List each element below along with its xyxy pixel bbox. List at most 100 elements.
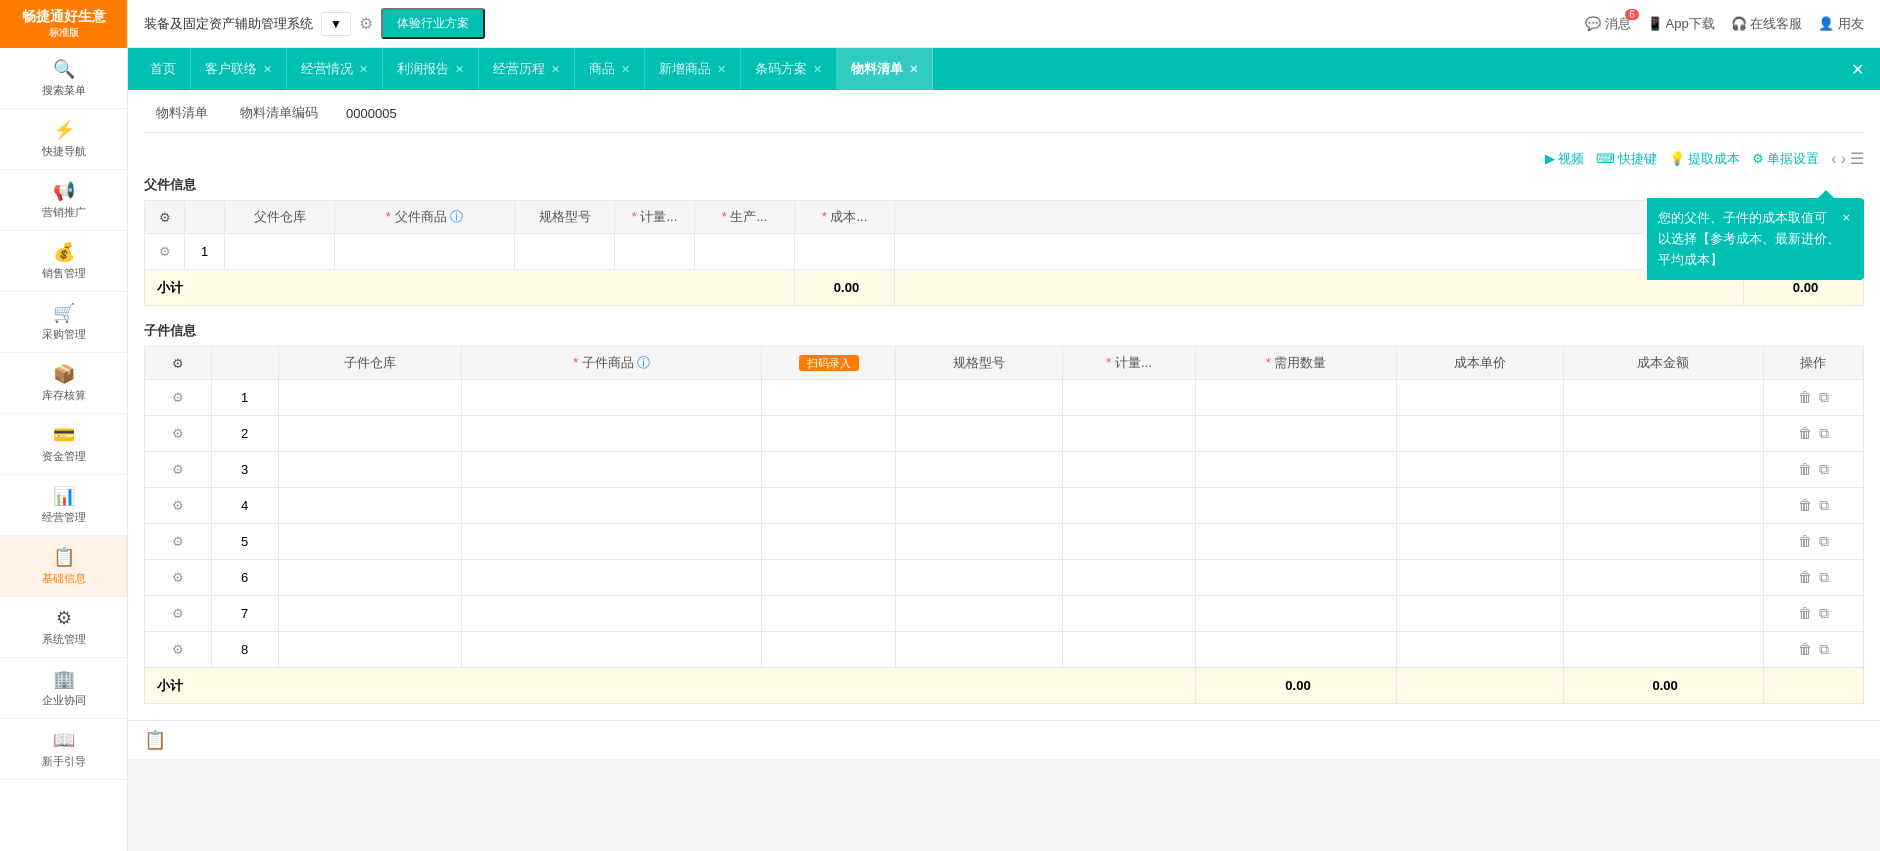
- sidebar-item-guide[interactable]: 📖新手引导: [0, 719, 127, 780]
- child-row5-unitcost[interactable]: [1396, 524, 1563, 560]
- child-row1-qty[interactable]: [1196, 380, 1396, 416]
- parent-row1-production[interactable]: [695, 234, 795, 270]
- child-row6-unitcost[interactable]: [1396, 560, 1563, 596]
- parent-row1-cost[interactable]: [795, 234, 895, 270]
- child-row4-unitcost[interactable]: [1396, 488, 1563, 524]
- child-row8-unit[interactable]: [1062, 632, 1196, 668]
- nav-tab-add-goods[interactable]: 新增商品✕: [645, 48, 741, 90]
- child-row5-gear[interactable]: ⚙: [145, 524, 212, 560]
- child-row8-warehouse[interactable]: [278, 632, 462, 668]
- child-row8-gear[interactable]: ⚙: [145, 632, 212, 668]
- child-row4-copy-btn[interactable]: ⧉: [1819, 497, 1829, 513]
- child-row1-unitcost[interactable]: [1396, 380, 1563, 416]
- child-row4-spec[interactable]: [895, 488, 1062, 524]
- online-service-btn[interactable]: 🎧 在线客服: [1731, 15, 1803, 33]
- nav-tab-customer[interactable]: 客户联络✕: [191, 48, 287, 90]
- child-row7-unitcost[interactable]: [1396, 596, 1563, 632]
- nav-tab-barcode[interactable]: 条码方案✕: [741, 48, 837, 90]
- child-row1-delete-btn[interactable]: 🗑: [1798, 389, 1812, 405]
- child-row3-unitcost[interactable]: [1396, 452, 1563, 488]
- child-row4-delete-btn[interactable]: 🗑: [1798, 497, 1812, 513]
- nav-tab-goods[interactable]: 商品✕: [575, 48, 645, 90]
- user-btn[interactable]: 👤 用友: [1818, 15, 1864, 33]
- extract-cost-btn[interactable]: 💡 提取成本: [1669, 150, 1740, 168]
- trial-btn[interactable]: 体验行业方案: [381, 8, 485, 39]
- child-row2-warehouse[interactable]: [278, 416, 462, 452]
- sidebar-item-finance[interactable]: 💳资金管理: [0, 414, 127, 475]
- child-row3-delete-btn[interactable]: 🗑: [1798, 461, 1812, 477]
- sidebar-item-marketing[interactable]: 📢营销推广: [0, 170, 127, 231]
- child-row2-spec[interactable]: [895, 416, 1062, 452]
- nav-tab-close-bom[interactable]: ✕: [909, 63, 918, 76]
- child-row7-unit[interactable]: [1062, 596, 1196, 632]
- child-row3-gear[interactable]: ⚙: [145, 452, 212, 488]
- nav-tab-close-operations-situation[interactable]: ✕: [359, 63, 368, 76]
- scan-btn[interactable]: 扫码录入: [799, 355, 859, 371]
- child-row2-copy-btn[interactable]: ⧉: [1819, 425, 1829, 441]
- child-row1-product[interactable]: [462, 380, 762, 416]
- child-row3-unit[interactable]: [1062, 452, 1196, 488]
- parent-row1-gear[interactable]: ⚙: [145, 234, 185, 270]
- single-settings-btn[interactable]: ⚙ 单据设置: [1752, 150, 1819, 168]
- child-row2-delete-btn[interactable]: 🗑: [1798, 425, 1812, 441]
- nav-tab-close-profit-report[interactable]: ✕: [455, 63, 464, 76]
- child-row2-product[interactable]: [462, 416, 762, 452]
- nav-tab-close-customer[interactable]: ✕: [263, 63, 272, 76]
- nav-tab-close-goods[interactable]: ✕: [621, 63, 630, 76]
- nav-tab-close-barcode[interactable]: ✕: [813, 63, 822, 76]
- child-row5-warehouse[interactable]: [278, 524, 462, 560]
- list-view-btn[interactable]: ☰: [1850, 149, 1864, 168]
- child-row6-delete-btn[interactable]: 🗑: [1798, 569, 1812, 585]
- nav-tab-bom[interactable]: 物料清单✕: [837, 48, 933, 90]
- child-row6-spec[interactable]: [895, 560, 1062, 596]
- child-row6-product[interactable]: [462, 560, 762, 596]
- child-row3-warehouse[interactable]: [278, 452, 462, 488]
- child-row7-warehouse[interactable]: [278, 596, 462, 632]
- parent-row1-warehouse[interactable]: [225, 234, 335, 270]
- child-row7-qty[interactable]: [1196, 596, 1396, 632]
- sub-tab-bom-code[interactable]: 物料清单编码: [228, 100, 330, 126]
- parent-row1-spec[interactable]: [515, 234, 615, 270]
- child-gear-icon[interactable]: ⚙: [172, 356, 184, 371]
- child-row6-copy-btn[interactable]: ⧉: [1819, 569, 1829, 585]
- child-row8-product[interactable]: [462, 632, 762, 668]
- child-row6-warehouse[interactable]: [278, 560, 462, 596]
- child-row1-gear[interactable]: ⚙: [145, 380, 212, 416]
- child-row6-qty[interactable]: [1196, 560, 1396, 596]
- child-row1-unit[interactable]: [1062, 380, 1196, 416]
- child-row2-unitcost[interactable]: [1396, 416, 1563, 452]
- child-row8-unitcost[interactable]: [1396, 632, 1563, 668]
- sidebar-item-basic-info[interactable]: 📋基础信息: [0, 536, 127, 597]
- child-row4-qty[interactable]: [1196, 488, 1396, 524]
- child-row2-unit[interactable]: [1062, 416, 1196, 452]
- child-row3-qty[interactable]: [1196, 452, 1396, 488]
- sidebar-item-operations[interactable]: 📊经营管理: [0, 475, 127, 536]
- child-row3-copy-btn[interactable]: ⧉: [1819, 461, 1829, 477]
- nav-tab-operations-situation[interactable]: 经营情况✕: [287, 48, 383, 90]
- nav-tab-close-business-history[interactable]: ✕: [551, 63, 560, 76]
- child-row3-product[interactable]: [462, 452, 762, 488]
- child-row4-product[interactable]: [462, 488, 762, 524]
- sidebar-item-quick-nav[interactable]: ⚡快捷导航: [0, 109, 127, 170]
- child-row4-warehouse[interactable]: [278, 488, 462, 524]
- child-row7-copy-btn[interactable]: ⧉: [1819, 605, 1829, 621]
- sidebar-item-inventory[interactable]: 📦库存核算: [0, 353, 127, 414]
- sidebar-item-sales[interactable]: 💰销售管理: [0, 231, 127, 292]
- nav-next-btn[interactable]: ›: [1841, 150, 1846, 168]
- parent-row1-unit[interactable]: [615, 234, 695, 270]
- child-row8-delete-btn[interactable]: 🗑: [1798, 641, 1812, 657]
- gear-icon[interactable]: ⚙: [159, 210, 171, 225]
- child-row8-spec[interactable]: [895, 632, 1062, 668]
- child-row6-gear[interactable]: ⚙: [145, 560, 212, 596]
- child-row7-product[interactable]: [462, 596, 762, 632]
- child-row8-qty[interactable]: [1196, 632, 1396, 668]
- child-row2-qty[interactable]: [1196, 416, 1396, 452]
- message-btn[interactable]: 💬 消息 6: [1585, 15, 1631, 33]
- child-row4-gear[interactable]: ⚙: [145, 488, 212, 524]
- child-row7-gear[interactable]: ⚙: [145, 596, 212, 632]
- child-row8-copy-btn[interactable]: ⧉: [1819, 641, 1829, 657]
- sidebar-item-enterprise[interactable]: 🏢企业协同: [0, 658, 127, 719]
- child-row5-spec[interactable]: [895, 524, 1062, 560]
- child-row1-spec[interactable]: [895, 380, 1062, 416]
- child-row5-qty[interactable]: [1196, 524, 1396, 560]
